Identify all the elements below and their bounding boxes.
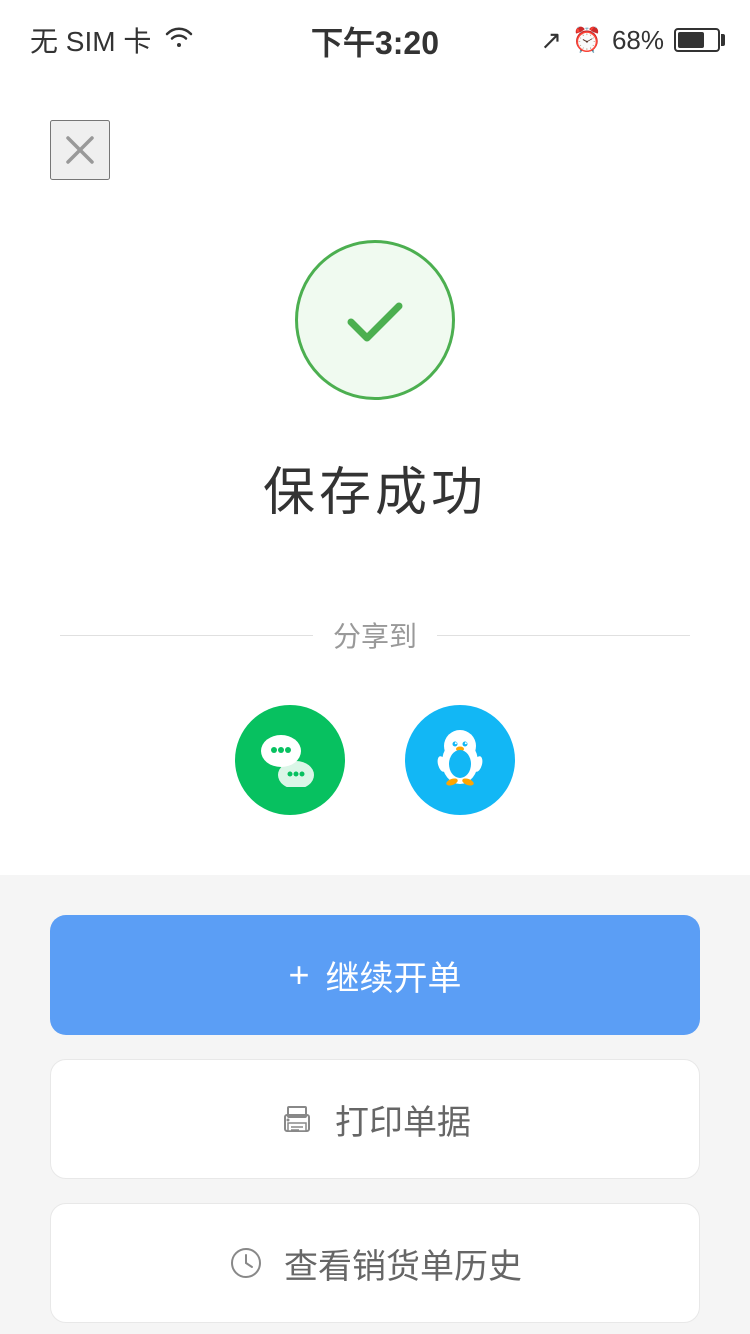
close-icon: [60, 130, 100, 170]
share-divider: 分享到: [60, 615, 690, 655]
battery-icon: [674, 28, 720, 52]
alarm-icon: ⏰: [572, 26, 602, 55]
close-button[interactable]: [50, 120, 110, 180]
print-label: 打印单据: [335, 1095, 471, 1144]
qq-icon: [428, 728, 492, 792]
plus-icon: +: [288, 954, 309, 996]
qq-share-button[interactable]: [405, 705, 515, 815]
action-section: + 继续开单 打印单据 查看销货单历史: [0, 875, 750, 1323]
status-bar: 无 SIM 卡 下午3:20 ↗ ⏰ 68%: [0, 0, 750, 80]
share-section: 分享到: [0, 575, 750, 875]
share-label: 分享到: [333, 615, 417, 655]
success-title: 保存成功: [263, 450, 487, 525]
print-button[interactable]: 打印单据: [50, 1059, 700, 1179]
success-circle: [295, 240, 455, 400]
share-icons: [60, 705, 690, 815]
status-left: 无 SIM 卡: [30, 20, 195, 60]
print-icon: [279, 1101, 315, 1137]
close-area: [0, 80, 750, 200]
continue-label: 继续开单: [326, 951, 462, 1000]
battery-fill: [678, 32, 704, 48]
main-content: 保存成功 分享到: [0, 80, 750, 875]
status-right: ↗ ⏰ 68%: [540, 25, 720, 56]
success-section: 保存成功: [0, 200, 750, 575]
history-label: 查看销货单历史: [284, 1239, 522, 1288]
carrier-text: 无 SIM 卡: [30, 20, 151, 60]
history-button[interactable]: 查看销货单历史: [50, 1203, 700, 1323]
continue-button[interactable]: + 继续开单: [50, 915, 700, 1035]
divider-left: [60, 635, 313, 636]
clock-icon: [228, 1245, 264, 1281]
wechat-icon: [258, 733, 322, 787]
battery-text: 68%: [612, 25, 664, 56]
location-icon: ↗: [540, 25, 562, 56]
wechat-share-button[interactable]: [235, 705, 345, 815]
divider-right: [437, 635, 690, 636]
checkmark-icon: [335, 280, 415, 360]
status-time: 下午3:20: [311, 18, 439, 64]
wifi-icon: [163, 24, 195, 56]
